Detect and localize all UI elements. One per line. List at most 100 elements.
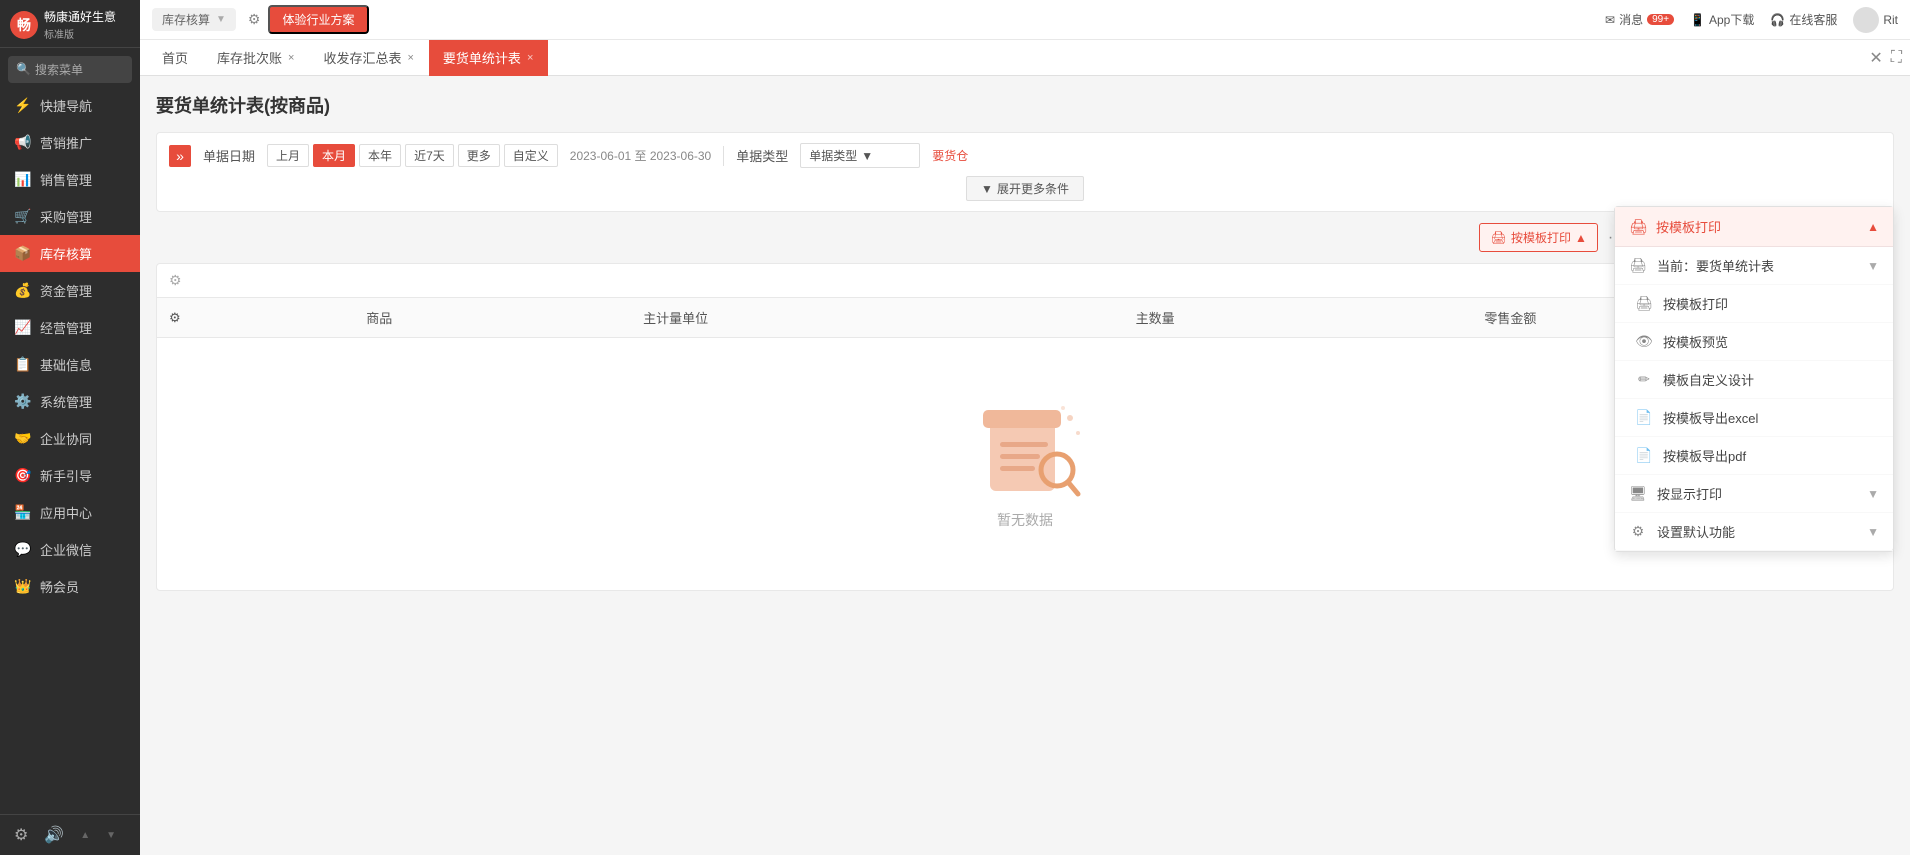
main-content: 库存核算 ▼ ⚙ 体验行业方案 ✉ 消息 99+ 📱 App下载 🎧 在线客服 … (140, 0, 1910, 855)
template-excel-icon: 📄 (1635, 409, 1653, 426)
date-btn-more[interactable]: 更多 (458, 144, 500, 167)
breadcrumb-text: 库存核算 (162, 11, 210, 28)
tab-maximize-btn[interactable]: ⛶ (1891, 48, 1902, 68)
dropdown-display-left: 🖥 按显示打印 (1629, 484, 1722, 503)
template-print-icon: 🖨 (1635, 295, 1653, 312)
sidebar-item-label: 库存核算 (40, 244, 92, 263)
sidebar-item-member[interactable]: 👑 畅会员 (0, 568, 140, 605)
dropdown-template-print[interactable]: 🖨 按模板打印 (1615, 285, 1893, 323)
dropdown-template-preview[interactable]: 👁 按模板预览 (1615, 323, 1893, 361)
expand-down-icon: ▼ (981, 182, 993, 196)
tab-receivables[interactable]: 收发存汇总表 × (309, 40, 428, 76)
default-func-icon: ⚙ (1629, 523, 1647, 540)
tab-close-window-btn[interactable]: ✕ (1869, 48, 1882, 68)
type-filter-label: 单据类型 (736, 146, 788, 165)
operation-icon: 📈 (14, 319, 32, 336)
settings-bottom-icon[interactable]: ⚙ (14, 825, 28, 845)
app-badge: 标准版 (44, 26, 116, 41)
dropdown-template-design[interactable]: ✏ 模板自定义设计 (1615, 361, 1893, 399)
default-func-chevron: ▼ (1867, 525, 1879, 539)
cargo-filter-label: 要货仓 (932, 147, 968, 164)
sidebar-bottom: ⚙ 🔊 ▲ ▼ (0, 814, 140, 855)
sidebar-scroll-down[interactable]: ▼ (106, 830, 116, 841)
dropdown-template-pdf[interactable]: 📄 按模板导出pdf (1615, 437, 1893, 475)
wechat-icon: 💬 (14, 541, 32, 558)
template-design-icon: ✏ (1635, 371, 1653, 388)
template-excel-label: 按模板导出excel (1663, 408, 1758, 427)
sidebar-item-label: 应用中心 (40, 503, 92, 522)
display-print-label: 按显示打印 (1657, 484, 1722, 503)
tab-order-stats-label: 要货单统计表 (443, 48, 521, 67)
corp-icon: 🤝 (14, 430, 32, 447)
tab-home[interactable]: 首页 (148, 40, 203, 76)
sidebar-item-basic[interactable]: 📋 基础信息 (0, 346, 140, 383)
sidebar-item-wechat[interactable]: 💬 企业微信 (0, 531, 140, 568)
sidebar-item-sales[interactable]: 📊 销售管理 (0, 161, 140, 198)
sidebar-item-inventory[interactable]: 📦 库存核算 (0, 235, 140, 272)
sidebar-nav: ⚡ 快捷导航 📢 营销推广 📊 销售管理 🛒 采购管理 📦 库存核算 💰 资金管… (0, 87, 140, 814)
tabs-bar: 首页 库存批次账 × 收发存汇总表 × 要货单统计表 × ✕ ⛶ (140, 40, 1910, 76)
sidebar: 畅 畅康通好生意 标准版 🔍 搜索菜单 ⚡ 快捷导航 📢 营销推广 📊 销售管理… (0, 0, 140, 855)
sidebar-search[interactable]: 🔍 搜索菜单 (8, 56, 132, 83)
print-template-label: 按模板打印 (1511, 229, 1571, 246)
table-gear-icon[interactable]: ⚙ (169, 272, 182, 289)
quicknav-icon: ⚡ (14, 97, 32, 114)
topbar-gear-icon[interactable]: ⚙ (248, 11, 261, 28)
promo-button[interactable]: 体验行业方案 (268, 5, 368, 34)
sidebar-item-apps[interactable]: 🏪 应用中心 (0, 494, 140, 531)
date-btn-this-month[interactable]: 本月 (313, 144, 355, 167)
sidebar-item-label: 基础信息 (40, 355, 92, 374)
tab-batch[interactable]: 库存批次账 × (203, 40, 309, 76)
dropdown-header[interactable]: 🖨 按模板打印 ▲ (1615, 207, 1893, 247)
sidebar-scroll-up[interactable]: ▲ (80, 830, 90, 841)
sidebar-item-label: 畅会员 (40, 577, 79, 596)
dropdown-current-item[interactable]: 🖨 当前：要货单统计表 ▼ (1615, 247, 1893, 285)
sidebar-item-corp[interactable]: 🤝 企业协同 (0, 420, 140, 457)
printer-icon: 🖨 (1490, 230, 1507, 246)
online-support-item[interactable]: 🎧 在线客服 (1770, 11, 1837, 28)
tab-batch-close[interactable]: × (288, 52, 294, 64)
sidebar-item-system[interactable]: ⚙️ 系统管理 (0, 383, 140, 420)
date-btn-custom[interactable]: 自定义 (504, 144, 558, 167)
dropdown-display-print[interactable]: 🖥 按显示打印 ▼ (1615, 475, 1893, 513)
messages-item[interactable]: ✉ 消息 99+ (1605, 11, 1674, 28)
tab-home-label: 首页 (162, 48, 188, 67)
sidebar-item-label: 销售管理 (40, 170, 92, 189)
print-template-btn[interactable]: 🖨 按模板打印 ▲ (1479, 223, 1597, 252)
sidebar-item-operation[interactable]: 📈 经营管理 (0, 309, 140, 346)
online-support-label: 在线客服 (1789, 11, 1837, 28)
date-btn-this-year[interactable]: 本年 (359, 144, 401, 167)
dropdown-title: 按模板打印 (1656, 217, 1721, 236)
print-template-dropdown: 🖨 按模板打印 ▲ 🖨 当前：要货单统计表 ▼ 🖨 按模板打印 👁 (1614, 206, 1894, 552)
topbar: 库存核算 ▼ ⚙ 体验行业方案 ✉ 消息 99+ 📱 App下载 🎧 在线客服 … (140, 0, 1910, 40)
sidebar-item-guide[interactable]: 🎯 新手引导 (0, 457, 140, 494)
breadcrumb[interactable]: 库存核算 ▼ (152, 8, 236, 31)
type-filter-select[interactable]: 单据类型 ▼ (800, 143, 920, 168)
col-gear[interactable]: ⚙ (157, 298, 354, 338)
sidebar-item-label: 营销推广 (40, 133, 92, 152)
messages-icon: ✉ (1605, 13, 1615, 27)
filter-divider (723, 146, 724, 166)
app-download-item[interactable]: 📱 App下载 (1690, 11, 1754, 28)
tab-order-stats-close[interactable]: × (527, 52, 533, 64)
dropdown-default-func[interactable]: ⚙ 设置默认功能 ▼ (1615, 513, 1893, 551)
tab-batch-label: 库存批次账 (217, 48, 282, 67)
sidebar-item-purchase[interactable]: 🛒 采购管理 (0, 198, 140, 235)
filter-expand-button[interactable]: » (169, 145, 191, 167)
sidebar-item-finance[interactable]: 💰 资金管理 (0, 272, 140, 309)
template-pdf-icon: 📄 (1635, 447, 1653, 464)
dropdown-current-left: 🖨 当前：要货单统计表 (1629, 256, 1774, 275)
dropdown-template-excel[interactable]: 📄 按模板导出excel (1615, 399, 1893, 437)
tab-receivables-close[interactable]: × (407, 52, 413, 64)
date-btn-last-month[interactable]: 上月 (267, 144, 309, 167)
guide-icon: 🎯 (14, 467, 32, 484)
volume-bottom-icon[interactable]: 🔊 (44, 825, 64, 845)
sidebar-item-quicknav[interactable]: ⚡ 快捷导航 (0, 87, 140, 124)
finance-icon: 💰 (14, 282, 32, 299)
user-avatar (1853, 7, 1879, 33)
sidebar-item-marketing[interactable]: 📢 营销推广 (0, 124, 140, 161)
expand-more-btn[interactable]: ▼ 展开更多条件 (966, 176, 1084, 201)
tab-order-stats[interactable]: 要货单统计表 × (429, 40, 548, 76)
date-btn-7days[interactable]: 近7天 (405, 144, 454, 167)
user-avatar-item[interactable]: Rit (1853, 7, 1898, 33)
